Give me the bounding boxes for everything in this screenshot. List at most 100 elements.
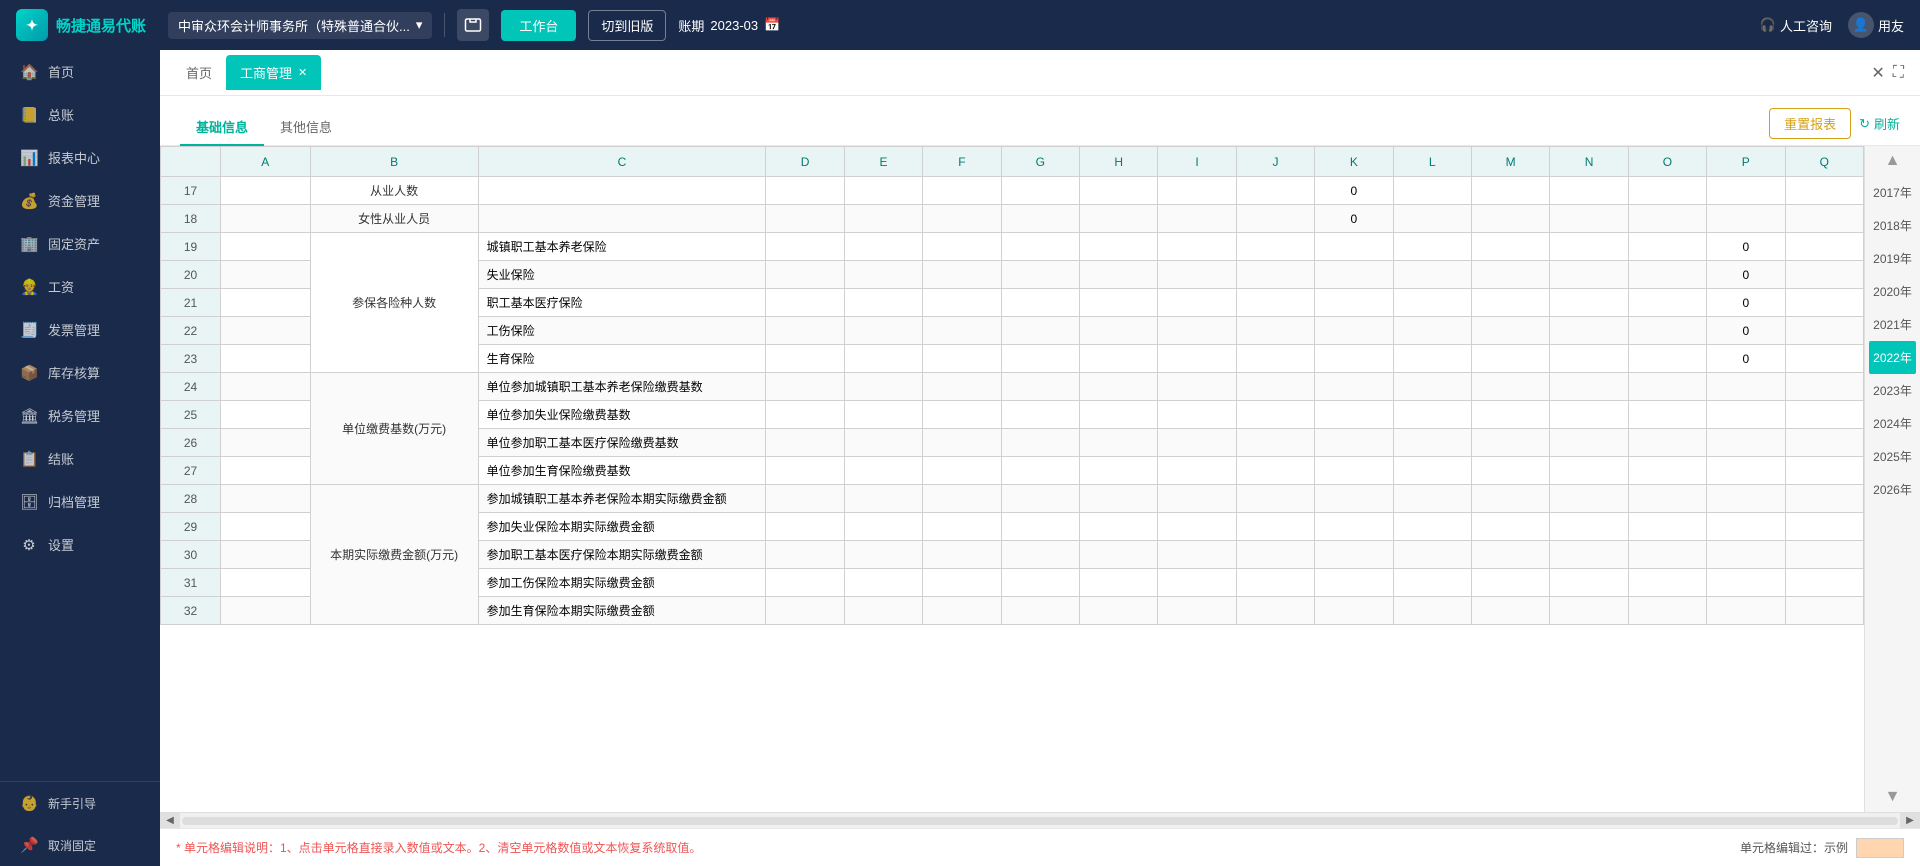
cell-empty[interactable] xyxy=(1001,513,1079,541)
cell-p[interactable] xyxy=(1707,205,1785,233)
cell-c[interactable]: 工伤保险 xyxy=(478,317,766,345)
cell-empty[interactable] xyxy=(1001,457,1079,485)
cell-empty[interactable] xyxy=(1079,289,1157,317)
sidebar-item-4[interactable]: 🏢固定资产 xyxy=(0,222,160,265)
cell-empty[interactable] xyxy=(1158,569,1236,597)
cell-empty[interactable] xyxy=(844,569,922,597)
cell-k[interactable]: 0 xyxy=(1315,205,1393,233)
cell-empty[interactable] xyxy=(1628,233,1706,261)
cell-p[interactable] xyxy=(1707,541,1785,569)
year-item[interactable]: 2025年 xyxy=(1865,440,1920,473)
cell-empty[interactable] xyxy=(1158,597,1236,625)
cell-k[interactable] xyxy=(1315,317,1393,345)
switch-version-button[interactable]: 切到旧版 xyxy=(588,10,666,41)
cell-empty[interactable] xyxy=(1628,289,1706,317)
cell-q[interactable] xyxy=(1785,541,1864,569)
cell-a[interactable] xyxy=(221,597,311,625)
cell-empty[interactable] xyxy=(844,289,922,317)
cell-p[interactable]: 0 xyxy=(1707,261,1785,289)
cell-a[interactable] xyxy=(221,373,311,401)
cell-empty[interactable] xyxy=(1550,261,1628,289)
calendar-icon[interactable]: 📅 xyxy=(764,17,780,33)
cell-empty[interactable] xyxy=(1236,261,1314,289)
tab-home[interactable]: 首页 xyxy=(176,63,222,82)
cell-empty[interactable] xyxy=(1236,541,1314,569)
sidebar-item-2[interactable]: 📊报表中心 xyxy=(0,136,160,179)
cell-empty[interactable] xyxy=(1393,373,1471,401)
cell-empty[interactable] xyxy=(1236,345,1314,373)
cell-empty[interactable] xyxy=(1393,401,1471,429)
cell-empty[interactable] xyxy=(1393,345,1471,373)
cell-empty[interactable] xyxy=(766,177,844,205)
year-item[interactable]: 2019年 xyxy=(1865,242,1920,275)
cell-empty[interactable] xyxy=(1236,373,1314,401)
cell-k[interactable] xyxy=(1315,457,1393,485)
cell-empty[interactable] xyxy=(1550,429,1628,457)
cell-c[interactable]: 单位参加生育保险缴费基数 xyxy=(478,457,766,485)
sidebar-item-5[interactable]: 👷工资 xyxy=(0,265,160,308)
cell-p[interactable] xyxy=(1707,177,1785,205)
sidebar-item-0[interactable]: 🏠首页 xyxy=(0,50,160,93)
cell-empty[interactable] xyxy=(1393,597,1471,625)
cell-empty[interactable] xyxy=(1628,317,1706,345)
cell-a[interactable] xyxy=(221,317,311,345)
cell-p[interactable] xyxy=(1707,513,1785,541)
cell-empty[interactable] xyxy=(1001,373,1079,401)
cell-empty[interactable] xyxy=(923,485,1001,513)
cell-empty[interactable] xyxy=(1001,317,1079,345)
cell-empty[interactable] xyxy=(1393,177,1471,205)
cell-empty[interactable] xyxy=(923,429,1001,457)
cell-empty[interactable] xyxy=(1236,429,1314,457)
cell-empty[interactable] xyxy=(1158,541,1236,569)
cell-a[interactable] xyxy=(221,289,311,317)
cell-empty[interactable] xyxy=(923,401,1001,429)
cell-empty[interactable] xyxy=(923,289,1001,317)
cell-empty[interactable] xyxy=(1158,513,1236,541)
cell-q[interactable] xyxy=(1785,345,1864,373)
cell-q[interactable] xyxy=(1785,569,1864,597)
cell-empty[interactable] xyxy=(1079,233,1157,261)
cell-empty[interactable] xyxy=(766,401,844,429)
cell-q[interactable] xyxy=(1785,317,1864,345)
cell-empty[interactable] xyxy=(1393,569,1471,597)
year-item[interactable]: 2022年 xyxy=(1869,341,1916,374)
cell-empty[interactable] xyxy=(1393,317,1471,345)
cell-empty[interactable] xyxy=(923,541,1001,569)
cell-empty[interactable] xyxy=(923,597,1001,625)
cell-empty[interactable] xyxy=(1236,597,1314,625)
cell-empty[interactable] xyxy=(923,205,1001,233)
cell-empty[interactable] xyxy=(1001,569,1079,597)
cell-empty[interactable] xyxy=(1550,373,1628,401)
cell-empty[interactable] xyxy=(844,205,922,233)
cell-empty[interactable] xyxy=(1158,373,1236,401)
tab-close-button[interactable]: ✕ xyxy=(1871,63,1884,83)
cell-empty[interactable] xyxy=(1001,401,1079,429)
cell-empty[interactable] xyxy=(1393,261,1471,289)
cell-empty[interactable] xyxy=(844,261,922,289)
sidebar-bottom-item-0[interactable]: 👶新手引导 xyxy=(0,782,160,824)
cell-p[interactable]: 0 xyxy=(1707,317,1785,345)
year-down-button[interactable]: ▼ xyxy=(1885,788,1901,806)
cell-empty[interactable] xyxy=(844,233,922,261)
cell-empty[interactable] xyxy=(923,177,1001,205)
cell-q[interactable] xyxy=(1785,233,1864,261)
cell-empty[interactable] xyxy=(923,317,1001,345)
cell-empty[interactable] xyxy=(1471,597,1549,625)
cell-empty[interactable] xyxy=(1236,457,1314,485)
cell-empty[interactable] xyxy=(1158,457,1236,485)
sidebar-item-10[interactable]: 🗄归档管理 xyxy=(0,480,160,523)
cell-empty[interactable] xyxy=(1001,597,1079,625)
cell-empty[interactable] xyxy=(766,429,844,457)
cell-b[interactable]: 参保各险种人数 xyxy=(310,233,478,373)
cell-empty[interactable] xyxy=(923,457,1001,485)
cell-empty[interactable] xyxy=(1236,317,1314,345)
cell-empty[interactable] xyxy=(1236,485,1314,513)
cell-k[interactable] xyxy=(1315,569,1393,597)
cell-empty[interactable] xyxy=(1550,289,1628,317)
cell-c[interactable] xyxy=(478,177,766,205)
sidebar-item-9[interactable]: 📋结账 xyxy=(0,437,160,480)
cell-empty[interactable] xyxy=(766,373,844,401)
cell-a[interactable] xyxy=(221,401,311,429)
cell-empty[interactable] xyxy=(1628,485,1706,513)
cell-q[interactable] xyxy=(1785,289,1864,317)
